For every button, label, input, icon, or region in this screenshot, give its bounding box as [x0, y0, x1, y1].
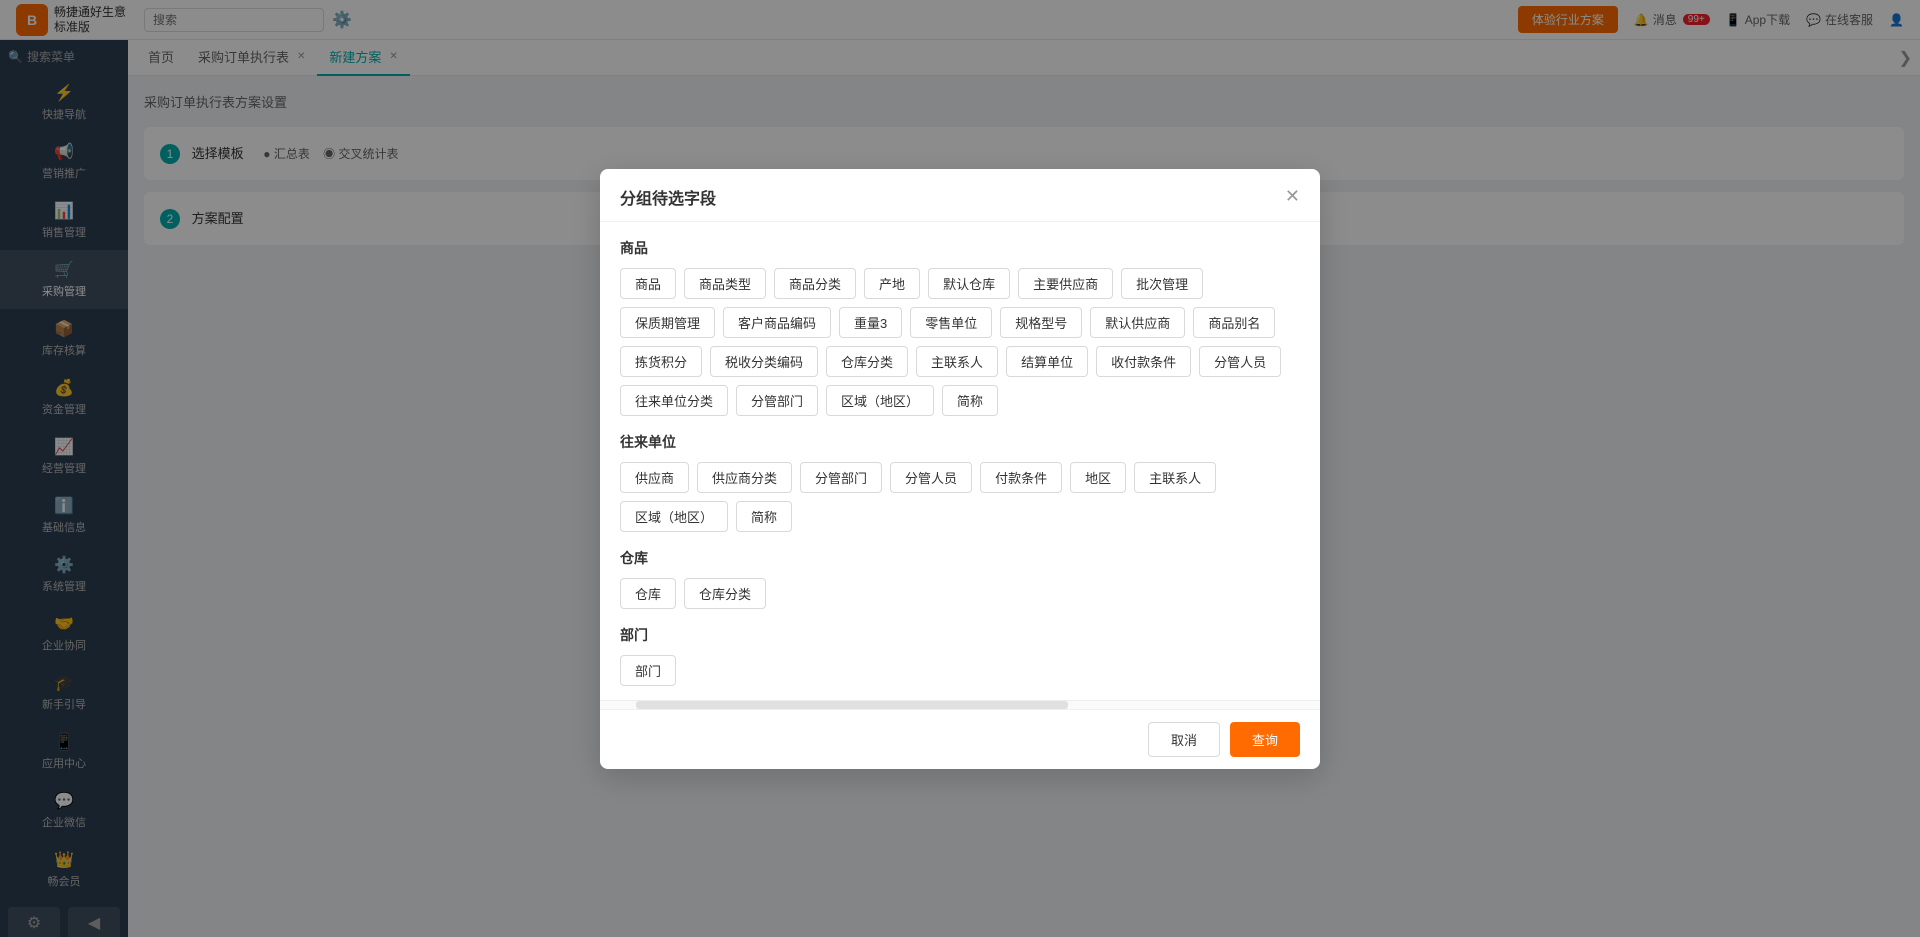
field-tag[interactable]: 主联系人 [916, 346, 998, 377]
field-tag[interactable]: 往来单位分类 [620, 385, 728, 416]
field-tag[interactable]: 税收分类编码 [710, 346, 818, 377]
field-tag[interactable]: 拣货积分 [620, 346, 702, 377]
field-tag[interactable]: 批次管理 [1121, 268, 1203, 299]
modal-footer: 取消 查询 [600, 709, 1320, 769]
field-tag[interactable]: 区域（地区） [620, 501, 728, 532]
field-section-部门: 部门部门 [620, 625, 1300, 686]
field-tag[interactable]: 仓库分类 [826, 346, 908, 377]
field-tag[interactable]: 保质期管理 [620, 307, 715, 338]
field-section-往来单位: 往来单位供应商供应商分类分管部门分管人员付款条件地区主联系人区域（地区） 简称 [620, 432, 1300, 532]
field-tag[interactable]: 分管人员 [890, 462, 972, 493]
field-tag[interactable]: 默认仓库 [928, 268, 1010, 299]
field-select-modal: 分组待选字段 ✕ 商品商品商品类型商品分类产地默认仓库主要供应商批次管理保质期管… [600, 169, 1320, 769]
modal-header: 分组待选字段 ✕ [600, 169, 1320, 222]
modal-horizontal-scrollbar[interactable] [600, 700, 1320, 709]
field-tag[interactable]: 商品别名 [1193, 307, 1275, 338]
field-tag[interactable]: 分管人员 [1199, 346, 1281, 377]
field-tags: 部门 [620, 655, 1300, 686]
field-tag[interactable]: 部门 [620, 655, 676, 686]
field-tag[interactable]: 主联系人 [1134, 462, 1216, 493]
field-tag[interactable]: 默认供应商 [1090, 307, 1185, 338]
field-tag[interactable]: 简称 [736, 501, 792, 532]
modal-overlay: 分组待选字段 ✕ 商品商品商品类型商品分类产地默认仓库主要供应商批次管理保质期管… [0, 0, 1920, 937]
field-tag[interactable]: 区域（地区） [826, 385, 934, 416]
field-tag[interactable]: 重量3 [839, 307, 902, 338]
field-tag[interactable]: 供应商 [620, 462, 689, 493]
field-section-仓库: 仓库仓库仓库分类 [620, 548, 1300, 609]
field-tag[interactable]: 付款条件 [980, 462, 1062, 493]
field-tag[interactable]: 商品 [620, 268, 676, 299]
field-tag[interactable]: 商品分类 [774, 268, 856, 299]
field-tag[interactable]: 主要供应商 [1018, 268, 1113, 299]
field-tags: 商品商品类型商品分类产地默认仓库主要供应商批次管理保质期管理客户商品编码重量3 零… [620, 268, 1300, 416]
field-tag[interactable]: 分管部门 [736, 385, 818, 416]
cancel-button[interactable]: 取消 [1148, 722, 1220, 757]
field-tag[interactable]: 商品类型 [684, 268, 766, 299]
field-tags: 供应商供应商分类分管部门分管人员付款条件地区主联系人区域（地区） 简称 [620, 462, 1300, 532]
section-title: 往来单位 [620, 432, 1300, 452]
field-tag[interactable]: 零售单位 [910, 307, 992, 338]
field-section-商品: 商品商品商品类型商品分类产地默认仓库主要供应商批次管理保质期管理客户商品编码重量… [620, 238, 1300, 416]
section-title: 仓库 [620, 548, 1300, 568]
field-tags: 仓库仓库分类 [620, 578, 1300, 609]
field-tag[interactable]: 分管部门 [800, 462, 882, 493]
field-tag[interactable]: 仓库分类 [684, 578, 766, 609]
modal-title: 分组待选字段 [620, 185, 716, 209]
field-tag[interactable]: 收付款条件 [1096, 346, 1191, 377]
section-title: 商品 [620, 238, 1300, 258]
field-tag[interactable]: 产地 [864, 268, 920, 299]
field-tag[interactable]: 结算单位 [1006, 346, 1088, 377]
modal-body: 商品商品商品类型商品分类产地默认仓库主要供应商批次管理保质期管理客户商品编码重量… [600, 222, 1320, 700]
field-tag[interactable]: 供应商分类 [697, 462, 792, 493]
field-tag[interactable]: 地区 [1070, 462, 1126, 493]
field-tag[interactable]: 规格型号 [1000, 307, 1082, 338]
section-title: 部门 [620, 625, 1300, 645]
field-tag[interactable]: 客户商品编码 [723, 307, 831, 338]
field-tag[interactable]: 仓库 [620, 578, 676, 609]
confirm-button[interactable]: 查询 [1230, 722, 1300, 757]
modal-close-button[interactable]: ✕ [1285, 186, 1300, 207]
field-tag[interactable]: 简称 [942, 385, 998, 416]
